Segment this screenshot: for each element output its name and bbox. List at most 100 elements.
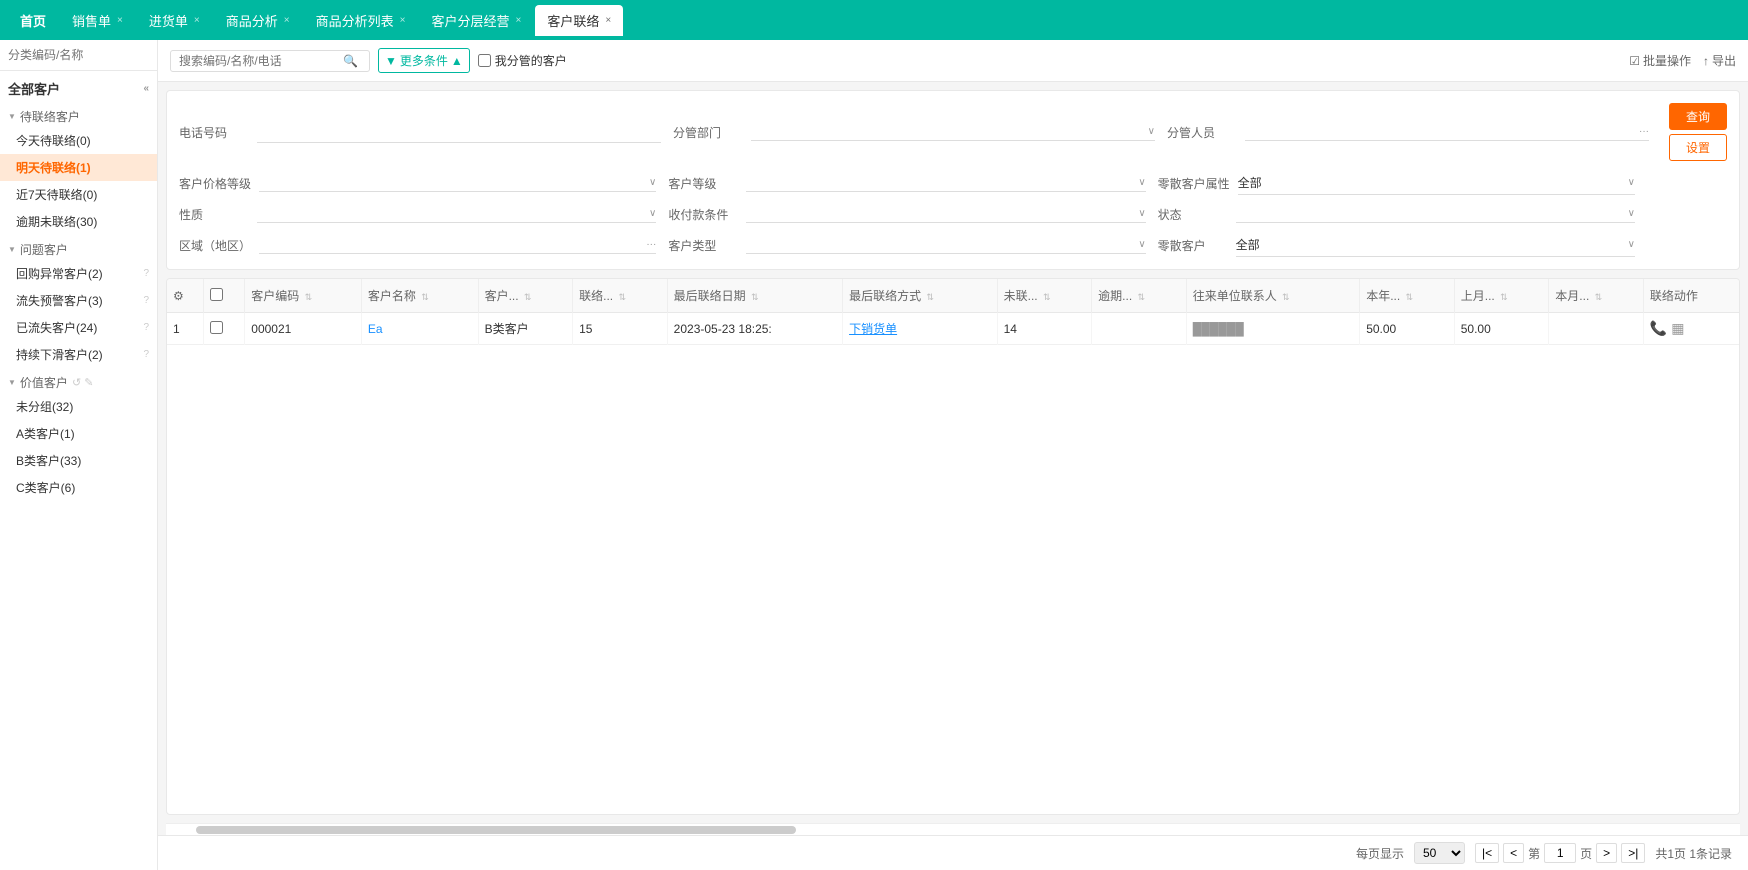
sidebar-item-7days[interactable]: 近7天待联络(0) xyxy=(0,181,157,208)
col-last-method[interactable]: 最后联络方式 ⇅ xyxy=(843,279,998,313)
more-filter-button[interactable]: ▼ 更多条件 ▲ xyxy=(378,48,470,73)
last-method-link[interactable]: 下销货单 xyxy=(849,322,897,336)
my-customers-checkbox[interactable] xyxy=(478,54,491,67)
sidebar-item-ungrouped[interactable]: 未分组(32) xyxy=(0,393,157,420)
call-icon[interactable]: 📞 xyxy=(1650,320,1667,337)
search-button[interactable]: 🔍 xyxy=(343,54,358,68)
close-icon[interactable]: × xyxy=(400,15,406,26)
sidebar-item-repurchase-abnormal[interactable]: 回购异常客户(2) ? xyxy=(0,260,157,287)
nav-item-customer-segmentation[interactable]: 客户分层经营 × xyxy=(419,5,533,36)
close-icon[interactable]: × xyxy=(605,15,611,26)
sort-icon: ⇅ xyxy=(618,292,626,302)
phone-input[interactable] xyxy=(257,122,661,143)
filter-row-2: 客户价格等级 ∨ 客户等级 ∨ 零散客户属性 全部 xyxy=(179,171,1727,195)
manager-label: 分管人员 xyxy=(1167,124,1237,141)
sidebar-item-declining[interactable]: 持续下滑客户(2) ? xyxy=(0,341,157,368)
group-value-customers[interactable]: 价值客户 ↺ ✎ xyxy=(0,368,157,393)
chevron-up-icon: ▲ xyxy=(451,54,463,68)
horizontal-scrollbar[interactable] xyxy=(166,823,1740,835)
row-checkbox[interactable] xyxy=(210,321,223,334)
first-page-button[interactable]: |< xyxy=(1475,843,1499,863)
chevron-down-icon: ∨ xyxy=(1628,239,1635,250)
chevron-down-icon: ∨ xyxy=(1148,126,1155,137)
nav-item-product-analysis[interactable]: 商品分析 × xyxy=(214,5,302,36)
cell-checkbox[interactable] xyxy=(204,313,245,345)
last-page-button[interactable]: >| xyxy=(1621,843,1645,863)
retail-customer-select[interactable]: 全部 ∨ xyxy=(1236,233,1635,257)
per-page-select[interactable]: 50 100 200 xyxy=(1414,842,1465,864)
chevron-down-icon: ∨ xyxy=(1138,177,1145,188)
sidebar-item-today[interactable]: 今天待联络(0) xyxy=(0,127,157,154)
sidebar-search-input[interactable] xyxy=(8,48,158,62)
customer-level-select[interactable]: ∨ xyxy=(746,174,1145,192)
more-icon[interactable]: ··· xyxy=(1639,126,1649,137)
cell-contact-person: ██████ xyxy=(1186,313,1359,345)
col-code[interactable]: 客户编码 ⇅ xyxy=(245,279,362,313)
more-icon[interactable]: ··· xyxy=(646,239,656,250)
chevron-down-icon: ∨ xyxy=(1628,177,1635,188)
toolbar: 🔍 ▼ 更多条件 ▲ 我分管的客户 ☑ 批量操作 ↑ 导出 xyxy=(158,40,1748,82)
nav-item-sales[interactable]: 销售单 × xyxy=(60,5,135,36)
cell-code: 000021 xyxy=(245,313,362,345)
col-checkbox[interactable] xyxy=(204,279,245,313)
query-button[interactable]: 查询 xyxy=(1669,103,1727,130)
export-button[interactable]: ↑ 导出 xyxy=(1703,52,1736,69)
nav-item-home[interactable]: 首页 xyxy=(8,5,58,36)
col-contact-person[interactable]: 往来单位联系人 ⇅ xyxy=(1186,279,1359,313)
sort-icon: ⇅ xyxy=(751,292,759,302)
cell-last-method[interactable]: 下销货单 xyxy=(843,313,998,345)
nav-item-product-analysis-list[interactable]: 商品分析列表 × xyxy=(304,5,418,36)
retail-attr-select[interactable]: 全部 ∨ xyxy=(1238,171,1635,195)
batch-operation-button[interactable]: ☑ 批量操作 xyxy=(1629,52,1691,69)
close-icon[interactable]: × xyxy=(194,15,200,26)
chevron-down-icon: ∨ xyxy=(649,177,656,188)
filter-field-price-level: 客户价格等级 ∨ xyxy=(179,174,656,192)
page-input[interactable] xyxy=(1544,843,1576,863)
col-settings[interactable]: ⚙ xyxy=(167,279,204,313)
sidebar-item-class-c[interactable]: C类客户(6) xyxy=(0,474,157,501)
group-problem-customers[interactable]: 问题客户 xyxy=(0,235,157,260)
filter-field-dept: 分管部门 ∨ xyxy=(673,123,1155,141)
select-all-checkbox[interactable] xyxy=(210,288,223,301)
customer-type-select[interactable]: ∨ xyxy=(746,236,1145,254)
prev-page-button[interactable]: < xyxy=(1503,843,1524,863)
cell-name[interactable]: Ea xyxy=(361,313,478,345)
search-input[interactable] xyxy=(179,54,339,68)
sidebar-item-churn-warning[interactable]: 流失预警客户(3) ? xyxy=(0,287,157,314)
region-select[interactable]: ··· xyxy=(259,236,656,254)
status-select[interactable]: ∨ xyxy=(1236,205,1635,223)
group-waiting-contact[interactable]: 待联络客户 xyxy=(0,102,157,127)
next-page-button[interactable]: > xyxy=(1596,843,1617,863)
close-icon[interactable]: × xyxy=(117,15,123,26)
sidebar-item-overdue[interactable]: 逾期未联络(30) xyxy=(0,208,157,235)
close-icon[interactable]: × xyxy=(515,15,521,26)
nature-select[interactable]: ∨ xyxy=(257,205,656,223)
set-button[interactable]: 设置 xyxy=(1669,134,1727,161)
nav-item-customer-contact[interactable]: 客户联络 × xyxy=(535,5,623,36)
col-last-month[interactable]: 上月... ⇅ xyxy=(1454,279,1549,313)
grid-icon[interactable]: ▦ xyxy=(1671,320,1684,337)
col-contact-count[interactable]: 联络... ⇅ xyxy=(573,279,668,313)
dept-select[interactable]: ∨ xyxy=(751,123,1155,141)
col-this-year[interactable]: 本年... ⇅ xyxy=(1360,279,1455,313)
col-name[interactable]: 客户名称 ⇅ xyxy=(361,279,478,313)
col-last-date[interactable]: 最后联络日期 ⇅ xyxy=(667,279,842,313)
col-uncontacted[interactable]: 未联... ⇅ xyxy=(997,279,1092,313)
total-records: 共1页 1条记录 xyxy=(1655,845,1732,862)
col-this-month[interactable]: 本月... ⇅ xyxy=(1549,279,1644,313)
col-overdue[interactable]: 逾期... ⇅ xyxy=(1092,279,1187,313)
close-icon[interactable]: × xyxy=(284,15,290,26)
scrollbar-thumb[interactable] xyxy=(196,826,796,834)
payment-select[interactable]: ∨ xyxy=(746,205,1145,223)
sidebar-item-churned[interactable]: 已流失客户(24) ? xyxy=(0,314,157,341)
nav-item-purchase[interactable]: 进货单 × xyxy=(137,5,212,36)
sidebar-item-class-a[interactable]: A类客户(1) xyxy=(0,420,157,447)
sidebar-item-class-b[interactable]: B类客户(33) xyxy=(0,447,157,474)
sidebar-item-tomorrow[interactable]: 明天待联络(1) xyxy=(0,154,157,181)
collapse-icon[interactable]: « xyxy=(143,83,149,94)
price-level-select[interactable]: ∨ xyxy=(259,174,656,192)
all-customers-header[interactable]: 全部客户 « xyxy=(0,71,157,102)
manager-select[interactable]: ··· xyxy=(1245,123,1649,141)
col-type[interactable]: 客户... ⇅ xyxy=(478,279,573,313)
filter-icon: ▼ xyxy=(385,54,397,68)
